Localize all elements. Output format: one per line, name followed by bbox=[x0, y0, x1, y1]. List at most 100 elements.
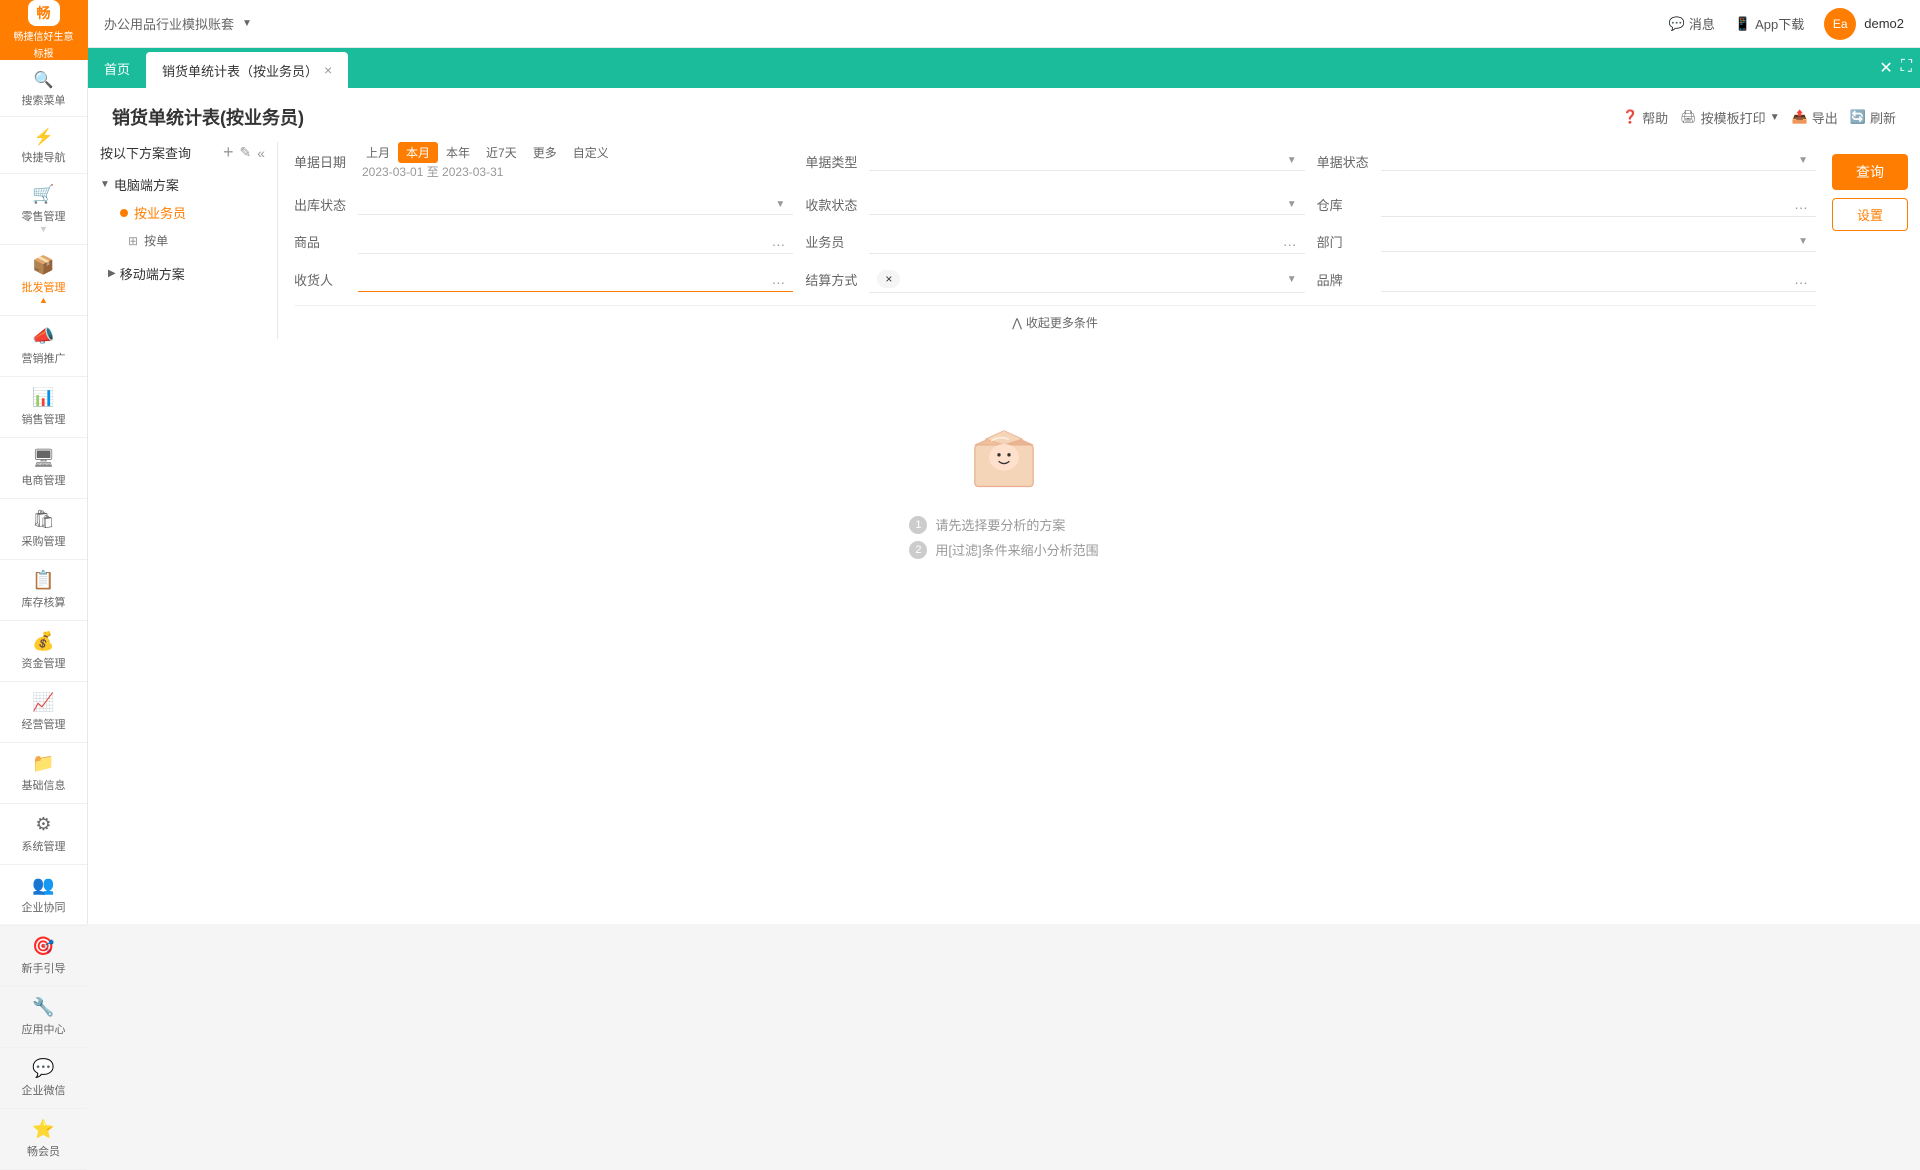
maximize-window-icon[interactable]: ⛶ bbox=[1901, 58, 1912, 78]
sidebar-quick-label: 快捷导航 bbox=[22, 149, 66, 165]
order-status-select[interactable]: ▼ bbox=[1381, 151, 1816, 171]
scheme-add-icon[interactable]: + bbox=[223, 142, 234, 163]
sidebar-quick-nav[interactable]: ⚡ 快捷导航 bbox=[0, 117, 87, 174]
system-icon: ⚙ bbox=[35, 814, 51, 835]
date-opt-thismonth[interactable]: 本月 bbox=[398, 142, 438, 163]
export-button[interactable]: 📤 导出 bbox=[1792, 108, 1838, 127]
wechat-icon: 💬 bbox=[32, 1058, 54, 1079]
tab-home[interactable]: 首页 bbox=[88, 48, 146, 88]
goods-dots-icon[interactable]: … bbox=[771, 233, 785, 249]
sidebar-search-label: 搜索菜单 bbox=[22, 92, 66, 108]
sidebar-item-newbie[interactable]: 🎯 新手引导 bbox=[0, 926, 87, 987]
sidebar-item-retail[interactable]: 🛒 零售管理 ▼ bbox=[0, 174, 87, 245]
sidebar-item-inventory[interactable]: 📋 库存核算 bbox=[0, 560, 87, 621]
sidebar-item-wholesale[interactable]: 📦 批发管理 ▲ bbox=[0, 245, 87, 316]
sidebar-item-sales[interactable]: 📊 销售管理 bbox=[0, 377, 87, 438]
page-header: 销货单统计表(按业务员) ❓ 帮助 🖨 按模板打印 ▼ 📤 导出 🔄 刷新 bbox=[88, 88, 1920, 130]
out-status-select[interactable]: ▼ bbox=[358, 195, 793, 215]
settlement-tag[interactable]: × bbox=[877, 270, 900, 288]
salesperson-select[interactable]: … bbox=[869, 229, 1304, 254]
sidebar-item-basic[interactable]: 📁 基础信息 bbox=[0, 743, 87, 804]
scheme-item-salesperson-label: 按业务员 bbox=[134, 203, 186, 222]
query-button[interactable]: 查询 bbox=[1832, 154, 1908, 190]
sidebar-item-appcenter[interactable]: 🔧 应用中心 bbox=[0, 987, 87, 1048]
main-area: 办公用品行业模拟账套 ▼ 💬 消息 📱 App下载 Ea demo2 首页 bbox=[88, 0, 1920, 924]
scheme-edit-icon[interactable]: ✎ bbox=[239, 144, 251, 161]
date-opt-custom[interactable]: 自定义 bbox=[565, 142, 617, 163]
sidebar-search[interactable]: 🔍 搜索菜单 bbox=[0, 60, 87, 117]
salesperson-label: 业务员 bbox=[805, 232, 861, 251]
receive-status-select[interactable]: ▼ bbox=[869, 195, 1304, 215]
page-actions: ❓ 帮助 🖨 按模板打印 ▼ 📤 导出 🔄 刷新 bbox=[1622, 108, 1896, 127]
settlement-tag-x[interactable]: × bbox=[885, 272, 892, 286]
order-type-select[interactable]: ▼ bbox=[869, 151, 1304, 171]
department-select[interactable]: ▼ bbox=[1381, 232, 1816, 252]
close-window-icon[interactable]: ✕ bbox=[1879, 58, 1892, 78]
logo[interactable]: 畅 畅捷信好生意 标报 bbox=[0, 0, 88, 60]
receiver-input[interactable]: … bbox=[358, 267, 793, 292]
filter-row-4: 收货人 … 结算方式 × ▼ bbox=[294, 266, 1816, 293]
receiver-dots-icon[interactable]: … bbox=[771, 271, 785, 287]
refresh-label: 刷新 bbox=[1870, 108, 1896, 127]
sidebar-item-system[interactable]: ⚙ 系统管理 bbox=[0, 804, 87, 865]
dropdown-arrow-icon: ▼ bbox=[242, 18, 252, 29]
goods-select[interactable]: … bbox=[358, 229, 793, 254]
action-buttons: 查询 设置 bbox=[1832, 142, 1920, 339]
collapse-bar: ⋀ 收起更多条件 bbox=[294, 305, 1816, 339]
scheme-item-order[interactable]: ⊞ 按单 bbox=[100, 227, 265, 254]
print-button[interactable]: 🖨 按模板打印 ▼ bbox=[1680, 108, 1779, 127]
scheme-item-salesperson[interactable]: 按业务员 bbox=[100, 198, 265, 227]
tab-close-icon[interactable]: × bbox=[324, 62, 332, 78]
filter-row-3: 商品 … 业务员 … 部门 bbox=[294, 229, 1816, 254]
date-opt-thisyear[interactable]: 本年 bbox=[438, 142, 478, 163]
scheme-collapse-icon[interactable]: « bbox=[257, 145, 265, 161]
export-label: 导出 bbox=[1812, 108, 1838, 127]
salesperson-dots-icon[interactable]: … bbox=[1283, 233, 1297, 249]
member-icon: ⭐ bbox=[32, 1119, 54, 1140]
avatar: Ea bbox=[1824, 8, 1856, 40]
sidebar-item-wechat[interactable]: 💬 企业微信 bbox=[0, 1048, 87, 1109]
date-opt-more[interactable]: 更多 bbox=[525, 142, 565, 163]
message-action[interactable]: 💬 消息 bbox=[1669, 14, 1715, 33]
sidebar-item-member[interactable]: ⭐ 畅会员 bbox=[0, 1109, 87, 1170]
filter-out-status: 出库状态 ▼ bbox=[294, 195, 793, 215]
app-download-action[interactable]: 📱 App下载 bbox=[1735, 14, 1804, 33]
sidebar-item-finance[interactable]: 💰 资金管理 bbox=[0, 621, 87, 682]
enterprise-icon: 👥 bbox=[32, 875, 54, 896]
brand-select[interactable]: … bbox=[1381, 267, 1816, 292]
tab-home-label: 首页 bbox=[104, 59, 130, 78]
date-label: 单据日期 bbox=[294, 152, 350, 171]
help-button[interactable]: ❓ 帮助 bbox=[1622, 108, 1668, 127]
filter-settlement: 结算方式 × ▼ bbox=[805, 266, 1304, 293]
settlement-select[interactable]: × ▼ bbox=[869, 266, 1304, 293]
filter-salesperson: 业务员 … bbox=[805, 229, 1304, 254]
brand-dots-icon[interactable]: … bbox=[1794, 271, 1808, 287]
tab-active[interactable]: 销货单统计表（按业务员） × bbox=[146, 52, 348, 88]
date-opt-7days[interactable]: 近7天 bbox=[478, 142, 525, 163]
setting-button[interactable]: 设置 bbox=[1832, 198, 1908, 231]
sidebar-item-purchase[interactable]: 🛍 采购管理 bbox=[0, 499, 87, 560]
scheme-group-mobile-header[interactable]: ▶ 移动端方案 bbox=[100, 260, 265, 287]
warehouse-dots-icon[interactable]: … bbox=[1794, 196, 1808, 212]
sidebar-item-ecom[interactable]: 🖥 电商管理 bbox=[0, 438, 87, 499]
sidebar-item-enterprise[interactable]: 👥 企业协同 bbox=[0, 865, 87, 926]
refresh-button[interactable]: 🔄 刷新 bbox=[1850, 108, 1896, 127]
retail-icon: 🛒 bbox=[32, 184, 54, 205]
inventory-icon: 📋 bbox=[32, 570, 54, 591]
empty-icon bbox=[954, 399, 1054, 499]
sidebar-item-operation[interactable]: 📈 经营管理 bbox=[0, 682, 87, 743]
collapse-button[interactable]: ⋀ 收起更多条件 bbox=[1012, 314, 1098, 331]
scheme-group-desktop-header[interactable]: ▼ 电脑端方案 bbox=[100, 171, 265, 198]
filter-goods: 商品 … bbox=[294, 229, 793, 254]
sidebar-item-marketing[interactable]: 📣 营销推广 bbox=[0, 316, 87, 377]
filter-date: 单据日期 上月 本月 本年 近7天 更多 自定义 20 bbox=[294, 142, 793, 180]
date-opt-lastmonth[interactable]: 上月 bbox=[358, 142, 398, 163]
message-label: 消息 bbox=[1689, 14, 1715, 33]
breadcrumb[interactable]: 办公用品行业模拟账套 ▼ bbox=[104, 14, 252, 33]
scheme-group-mobile-label: 移动端方案 bbox=[120, 264, 185, 283]
order-status-arrow: ▼ bbox=[1798, 155, 1808, 166]
user-profile[interactable]: Ea demo2 bbox=[1824, 8, 1904, 40]
warehouse-label: 仓库 bbox=[1317, 195, 1373, 214]
print-icon: 🖨 bbox=[1680, 109, 1697, 125]
warehouse-select[interactable]: … bbox=[1381, 192, 1816, 217]
